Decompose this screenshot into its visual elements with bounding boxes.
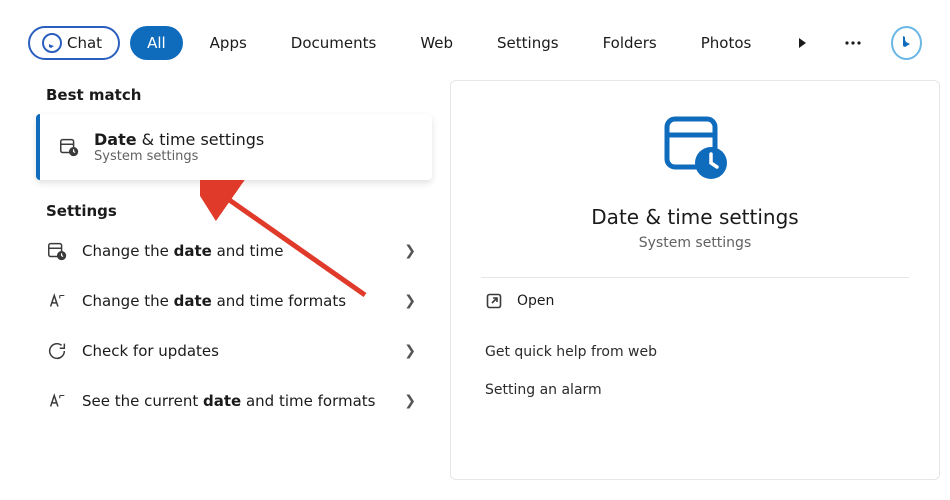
setting-row-label: Change the date and time bbox=[82, 242, 390, 261]
filter-tab-photos[interactable]: Photos bbox=[684, 26, 769, 60]
bing-chat-icon bbox=[42, 33, 62, 53]
chevron-right-icon: ❯ bbox=[404, 293, 426, 309]
open-icon bbox=[485, 292, 503, 310]
help-item-label: Setting an alarm bbox=[485, 382, 602, 398]
filter-tab-settings[interactable]: Settings bbox=[480, 26, 576, 60]
filter-tab-label: Web bbox=[420, 34, 453, 52]
best-match-subtitle: System settings bbox=[94, 149, 264, 164]
setting-row-change-formats[interactable]: Change the date and time formats ❯ bbox=[28, 276, 440, 326]
filter-tab-label: Documents bbox=[291, 34, 377, 52]
setting-row-label: Check for updates bbox=[82, 342, 390, 361]
help-item-setting-alarm[interactable]: Setting an alarm bbox=[481, 370, 909, 410]
chat-chip-label: Chat bbox=[67, 34, 102, 52]
refresh-icon bbox=[46, 340, 68, 362]
search-filter-bar: Chat All Apps Documents Web Settings Fol… bbox=[0, 0, 950, 74]
format-icon bbox=[46, 290, 68, 312]
bing-button[interactable] bbox=[891, 26, 922, 60]
open-label: Open bbox=[517, 293, 554, 309]
chevron-right-icon: ❯ bbox=[404, 393, 426, 409]
chevron-right-icon: ❯ bbox=[404, 343, 426, 359]
filter-tab-label: Photos bbox=[701, 34, 752, 52]
preview-pane: Date & time settings System settings Ope… bbox=[450, 80, 940, 480]
best-match-result[interactable]: Date & time settings System settings bbox=[36, 114, 432, 180]
filter-tab-label: Settings bbox=[497, 34, 559, 52]
filter-tab-label: All bbox=[147, 34, 166, 52]
filter-tab-label: Apps bbox=[210, 34, 247, 52]
setting-row-label: Change the date and time formats bbox=[82, 292, 390, 311]
more-button[interactable] bbox=[840, 28, 867, 58]
settings-header: Settings bbox=[46, 202, 440, 220]
results-column: Best match Date & time settings System s… bbox=[0, 74, 440, 480]
quick-help-header: Get quick help from web bbox=[481, 324, 909, 370]
preview-title: Date & time settings bbox=[591, 205, 798, 229]
filter-tab-label: Folders bbox=[603, 34, 657, 52]
calendar-clock-large-icon bbox=[657, 109, 733, 185]
filter-tab-documents[interactable]: Documents bbox=[274, 26, 394, 60]
filter-tab-web[interactable]: Web bbox=[403, 26, 470, 60]
best-match-title: Date & time settings bbox=[94, 130, 264, 149]
setting-row-label: See the current date and time formats bbox=[82, 392, 390, 411]
preview-subtitle: System settings bbox=[639, 235, 752, 251]
filter-tab-folders[interactable]: Folders bbox=[586, 26, 674, 60]
filter-tab-all[interactable]: All bbox=[130, 26, 183, 60]
scroll-right-button[interactable] bbox=[788, 28, 815, 58]
filter-tab-apps[interactable]: Apps bbox=[193, 26, 264, 60]
setting-row-check-updates[interactable]: Check for updates ❯ bbox=[28, 326, 440, 376]
setting-row-see-formats[interactable]: See the current date and time formats ❯ bbox=[28, 376, 440, 426]
setting-row-change-date-time[interactable]: Change the date and time ❯ bbox=[28, 226, 440, 276]
calendar-clock-icon bbox=[58, 136, 80, 158]
calendar-clock-icon bbox=[46, 240, 68, 262]
format-icon bbox=[46, 390, 68, 412]
open-action[interactable]: Open bbox=[481, 278, 909, 324]
best-match-header: Best match bbox=[46, 86, 440, 104]
chevron-right-icon: ❯ bbox=[404, 243, 426, 259]
chat-chip[interactable]: Chat bbox=[28, 26, 120, 60]
